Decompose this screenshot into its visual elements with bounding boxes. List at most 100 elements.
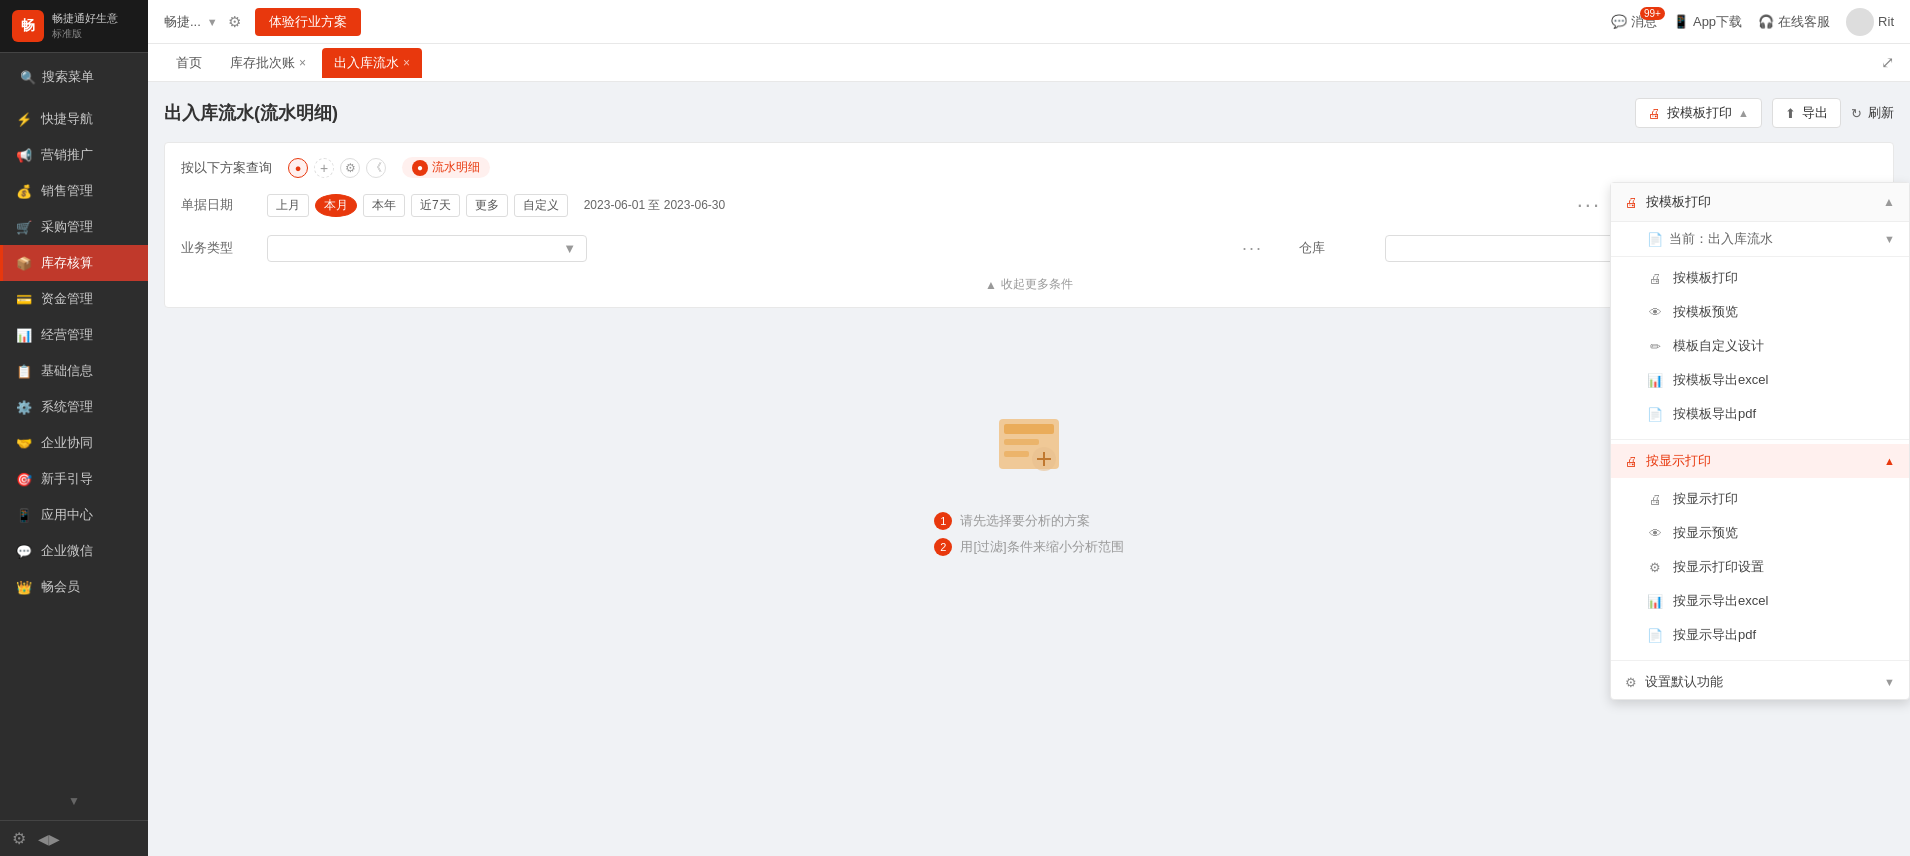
biz-more-icon[interactable]: ··· xyxy=(603,238,1283,259)
svg-rect-1 xyxy=(1004,424,1054,434)
sidebar-item-guide[interactable]: 🎯 新手引导 xyxy=(0,461,148,497)
sidebar-item-basic-info[interactable]: 📋 基础信息 xyxy=(0,353,148,389)
sidebar-item-label: 企业协同 xyxy=(41,434,93,452)
dropdown-default-settings[interactable]: ⚙ 设置默认功能 ▼ xyxy=(1611,665,1909,699)
message-btn[interactable]: 💬 消息 99+ xyxy=(1611,13,1657,31)
template-preview-label: 按模板预览 xyxy=(1673,303,1738,321)
online-service-label: 在线客服 xyxy=(1778,13,1830,31)
tab-home[interactable]: 首页 xyxy=(164,48,214,78)
biz-type-label: 业务类型 xyxy=(181,239,251,257)
collapse-btn[interactable]: ▲ 收起更多条件 xyxy=(985,276,1073,293)
date-custom-btn[interactable]: 自定义 xyxy=(514,194,568,217)
display-print-label: 按显示打印 xyxy=(1673,490,1738,508)
sidebar-item-label: 畅会员 xyxy=(41,578,80,596)
sidebar-item-label: 销售管理 xyxy=(41,182,93,200)
export-action[interactable]: ⬆ 导出 xyxy=(1772,98,1841,128)
dropdown-template-preview[interactable]: 👁 按模板预览 xyxy=(1611,295,1909,329)
date-last7days-btn[interactable]: 近7天 xyxy=(411,194,460,217)
dropdown-template-export-excel[interactable]: 📊 按模板导出excel xyxy=(1611,363,1909,397)
app-download-label: App下载 xyxy=(1693,13,1742,31)
sidebar-item-purchase[interactable]: 🛒 采购管理 xyxy=(0,209,148,245)
dropdown-display-print-settings[interactable]: ⚙ 按显示打印设置 xyxy=(1611,550,1909,584)
username-display: 畅捷... xyxy=(164,13,201,31)
date-last-month-btn[interactable]: 上月 xyxy=(267,194,309,217)
filter-collapse-icon[interactable]: 《 xyxy=(366,158,386,178)
tab-inventory-flow[interactable]: 出入库流水 × xyxy=(322,48,422,78)
date-this-year-btn[interactable]: 本年 xyxy=(363,194,405,217)
tab-inventory-batch-close[interactable]: × xyxy=(299,56,306,70)
collapse-sidebar-icon[interactable]: ◀▶ xyxy=(38,831,60,847)
tab-inventory-batch[interactable]: 库存批次账 × xyxy=(218,48,318,78)
preview-icon: 👁 xyxy=(1647,304,1663,320)
sidebar-item-inventory[interactable]: 📦 库存核算 xyxy=(0,245,148,281)
settings-bottom-icon[interactable]: ⚙ xyxy=(12,829,26,848)
template-print-action[interactable]: 🖨 按模板打印 ▲ xyxy=(1635,98,1762,128)
biz-type-select[interactable]: ▼ xyxy=(267,235,587,262)
template-section: 🖨 按模板打印 👁 按模板预览 ✏ 模板自定义设计 📊 按模板导出excel 📄 xyxy=(1611,257,1909,435)
pdf-icon: 📄 xyxy=(1647,406,1663,422)
search-menu-label: 搜索菜单 xyxy=(42,68,94,86)
sidebar-item-marketing[interactable]: 📢 营销推广 xyxy=(0,137,148,173)
dropdown-display-export-pdf[interactable]: 📄 按显示导出pdf xyxy=(1611,618,1909,652)
purchase-icon: 🛒 xyxy=(15,218,33,236)
sidebar-item-operations[interactable]: 📊 经营管理 xyxy=(0,317,148,353)
date-more-btn[interactable]: 更多 xyxy=(466,194,508,217)
sidebar-item-cooperation[interactable]: 🤝 企业协同 xyxy=(0,425,148,461)
dropdown-template-print[interactable]: 🖨 按模板打印 xyxy=(1611,261,1909,295)
trial-btn[interactable]: 体验行业方案 xyxy=(255,8,361,36)
search-icon: 🔍 xyxy=(20,70,36,85)
empty-steps: 1 请先选择要分析的方案 2 用[过滤]条件来缩小分析范围 xyxy=(934,512,1123,556)
display-preview-label: 按显示预览 xyxy=(1673,524,1738,542)
dropdown-display-preview[interactable]: 👁 按显示预览 xyxy=(1611,516,1909,550)
sidebar-item-quick-nav[interactable]: ⚡ 快捷导航 xyxy=(0,101,148,137)
dropdown-collapse-arrow[interactable]: ▲ xyxy=(1883,195,1895,209)
tab-expand-btn[interactable]: ⤢ xyxy=(1881,53,1894,72)
filter-settings-icon[interactable]: ⚙ xyxy=(340,158,360,178)
user-avatar-btn[interactable]: Rit xyxy=(1846,8,1894,36)
sidebar-item-app-center[interactable]: 📱 应用中心 xyxy=(0,497,148,533)
filter-tag-active[interactable]: ● xyxy=(288,158,308,178)
default-settings-content: ⚙ 设置默认功能 xyxy=(1625,673,1723,691)
quick-nav-icon: ⚡ xyxy=(15,110,33,128)
search-menu-item[interactable]: 🔍 搜索菜单 xyxy=(10,61,138,93)
tab-inventory-flow-close[interactable]: × xyxy=(403,56,410,70)
dropdown-display-print[interactable]: 🖨 按显示打印 xyxy=(1611,482,1909,516)
app-logo: 畅 畅捷通好生意 标准版 xyxy=(0,0,148,53)
sidebar-item-finance[interactable]: 💳 资金管理 xyxy=(0,281,148,317)
message-icon: 💬 xyxy=(1611,14,1627,29)
empty-svg xyxy=(979,389,1079,489)
date-more-options[interactable]: ··· xyxy=(1577,192,1601,218)
sidebar-item-sales[interactable]: 💰 销售管理 xyxy=(0,173,148,209)
sidebar-item-vip[interactable]: 👑 畅会员 xyxy=(0,569,148,605)
filter-row-scheme: 按以下方案查询 ● + ⚙ 《 ● 流水明细 xyxy=(181,157,1877,178)
user-name-display: Rit xyxy=(1878,14,1894,29)
biz-type-arrow: ▼ xyxy=(563,241,576,256)
topbar-gear-icon[interactable]: ⚙ xyxy=(228,13,241,31)
display-print-section-header[interactable]: 🖨 按显示打印 ▲ xyxy=(1611,444,1909,478)
online-service-btn[interactable]: 🎧 在线客服 xyxy=(1758,13,1830,31)
dropdown-display-export-excel[interactable]: 📊 按显示导出excel xyxy=(1611,584,1909,618)
tab-inventory-batch-label: 库存批次账 xyxy=(230,54,295,72)
refresh-action[interactable]: ↻ 刷新 xyxy=(1851,104,1894,122)
sidebar-item-weixin[interactable]: 💬 企业微信 xyxy=(0,533,148,569)
sidebar-item-label: 库存核算 xyxy=(41,254,93,272)
date-this-month-btn[interactable]: 本月 xyxy=(315,194,357,217)
svg-rect-2 xyxy=(1004,439,1039,445)
current-icon: 📄 xyxy=(1647,232,1663,247)
display-print-header-icon: 🖨 xyxy=(1625,454,1638,469)
section-divider xyxy=(1611,439,1909,440)
template-excel-label: 按模板导出excel xyxy=(1673,371,1768,389)
default-settings-arrow: ▼ xyxy=(1884,676,1895,688)
dropdown-template-custom[interactable]: ✏ 模板自定义设计 xyxy=(1611,329,1909,363)
dropdown-template-export-pdf[interactable]: 📄 按模板导出pdf xyxy=(1611,397,1909,431)
export-icon: ⬆ xyxy=(1785,106,1796,121)
cooperation-icon: 🤝 xyxy=(15,434,33,452)
display-print-header-content: 🖨 按显示打印 xyxy=(1625,452,1711,470)
expand-chevron-icon: ▲ xyxy=(1738,107,1749,119)
sidebar-item-system[interactable]: ⚙️ 系统管理 xyxy=(0,389,148,425)
page-title: 出入库流水(流水明细) xyxy=(164,101,338,125)
app-download-btn[interactable]: 📱 App下载 xyxy=(1673,13,1742,31)
user-dropdown-arrow[interactable]: ▼ xyxy=(207,16,218,28)
sidebar-item-label: 资金管理 xyxy=(41,290,93,308)
filter-add-btn[interactable]: + xyxy=(314,158,334,178)
